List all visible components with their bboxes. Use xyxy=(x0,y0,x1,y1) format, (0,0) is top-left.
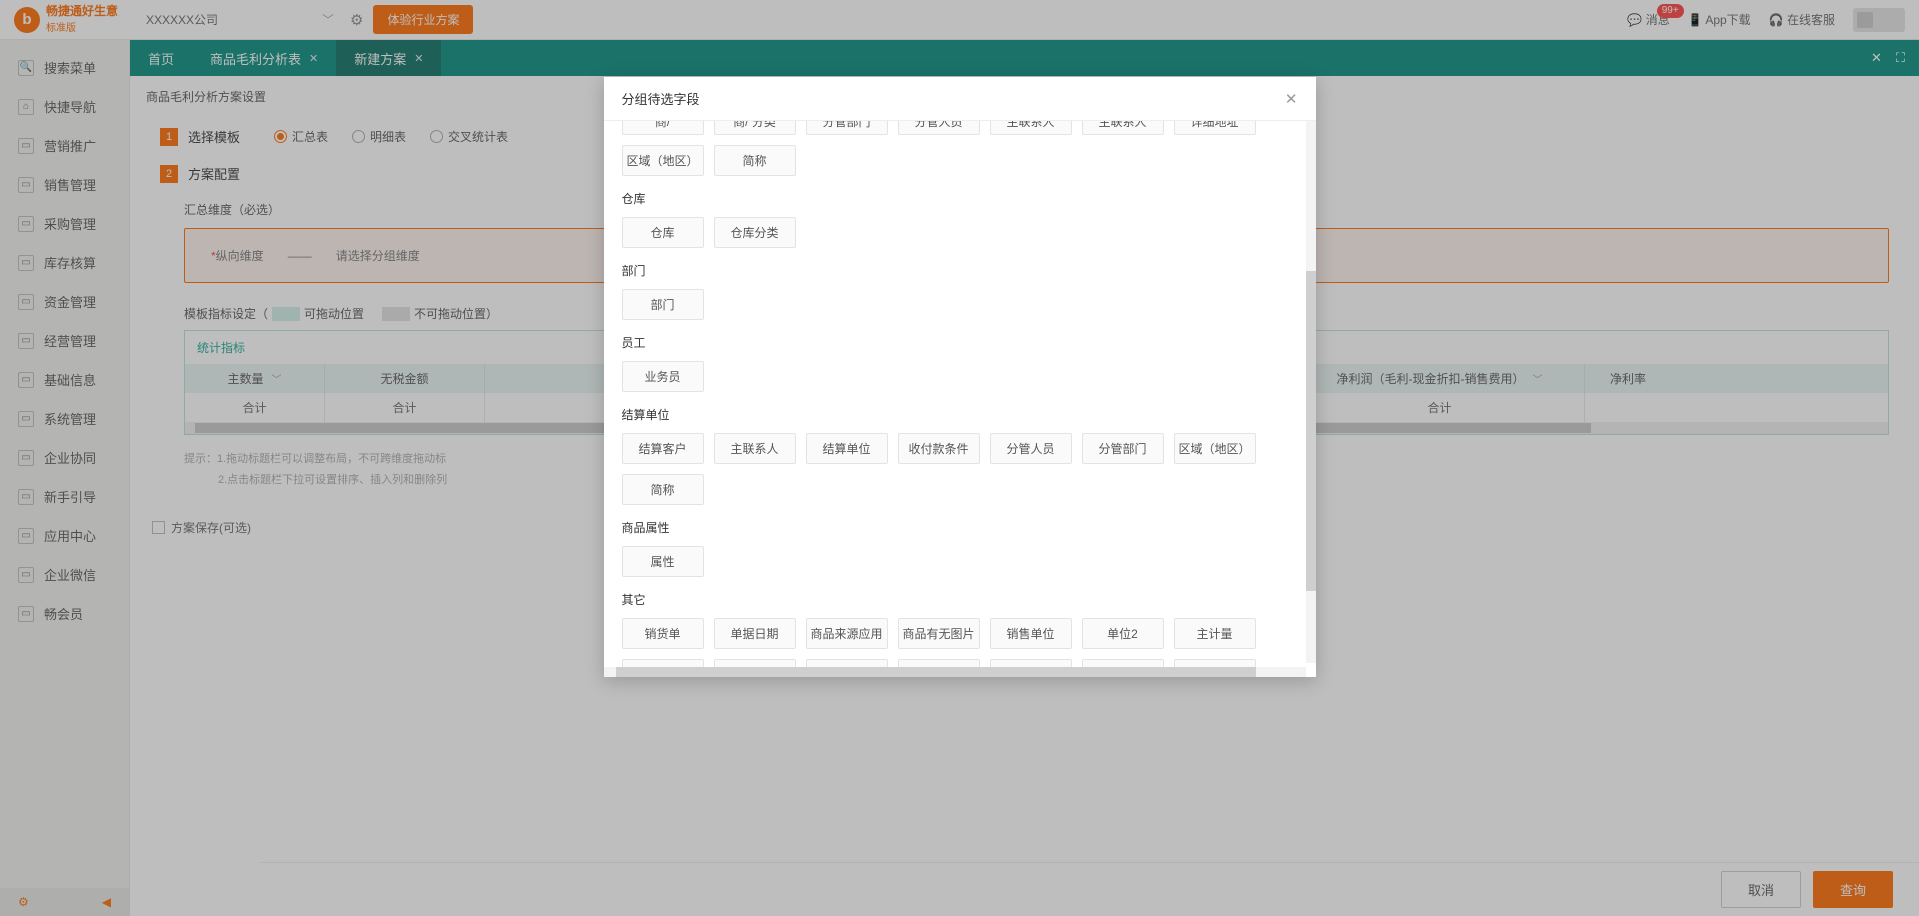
field-option[interactable]: 分管部门 xyxy=(1082,433,1164,464)
field-option[interactable]: 主联系人 xyxy=(1082,121,1164,135)
field-option[interactable]: 单据日期 xyxy=(714,618,796,649)
field-option[interactable]: 仓库 xyxy=(622,217,704,248)
field-option[interactable]: 商/ xyxy=(622,121,704,135)
close-icon[interactable]: ✕ xyxy=(1285,90,1298,108)
field-option[interactable]: 详细地址 xyxy=(1174,121,1256,135)
field-option[interactable]: 结算单位 xyxy=(806,433,888,464)
field-option[interactable]: 分管人员 xyxy=(990,433,1072,464)
modal-title: 分组待选字段 xyxy=(622,89,700,108)
field-group-title: 仓库 xyxy=(622,190,1292,207)
field-option[interactable]: 仓库分类 xyxy=(714,217,796,248)
field-option[interactable]: 简称 xyxy=(622,474,704,505)
field-option[interactable]: 商品来源应用 xyxy=(806,618,888,649)
field-option[interactable]: 分管部门 xyxy=(806,121,888,135)
field-option[interactable]: 区域（地区） xyxy=(622,145,704,176)
field-option[interactable]: 商/ 分类 xyxy=(714,121,796,135)
field-group-title: 商品属性 xyxy=(622,519,1292,536)
field-option[interactable]: 简称 xyxy=(714,145,796,176)
field-option[interactable]: 分管人员 xyxy=(898,121,980,135)
field-option[interactable]: 主联系人 xyxy=(714,433,796,464)
field-option[interactable]: 单位2 xyxy=(1082,618,1164,649)
field-option[interactable]: 属性 xyxy=(622,546,704,577)
field-group-title: 其它 xyxy=(622,591,1292,608)
field-option[interactable]: 部门 xyxy=(622,289,704,320)
modal-vscroll[interactable] xyxy=(1306,121,1316,663)
field-option[interactable]: 区域（地区） xyxy=(1174,433,1256,464)
field-option[interactable]: 销售单位 xyxy=(990,618,1072,649)
field-option[interactable]: 商品有无图片 xyxy=(898,618,980,649)
field-group-title: 结算单位 xyxy=(622,406,1292,423)
modal-hscroll[interactable] xyxy=(604,667,1306,677)
group-field-modal: 分组待选字段 ✕ 商/商/ 分类分管部门分管人员主联系人主联系人详细地址区域（地… xyxy=(604,77,1316,677)
field-group-title: 部门 xyxy=(622,262,1292,279)
field-option[interactable]: 主联系人 xyxy=(990,121,1072,135)
field-option[interactable]: 收付款条件 xyxy=(898,433,980,464)
field-option[interactable]: 业务员 xyxy=(622,361,704,392)
field-option[interactable]: 销货单 xyxy=(622,618,704,649)
field-option[interactable]: 结算客户 xyxy=(622,433,704,464)
field-option[interactable]: 主计量 xyxy=(1174,618,1256,649)
field-group-title: 员工 xyxy=(622,334,1292,351)
